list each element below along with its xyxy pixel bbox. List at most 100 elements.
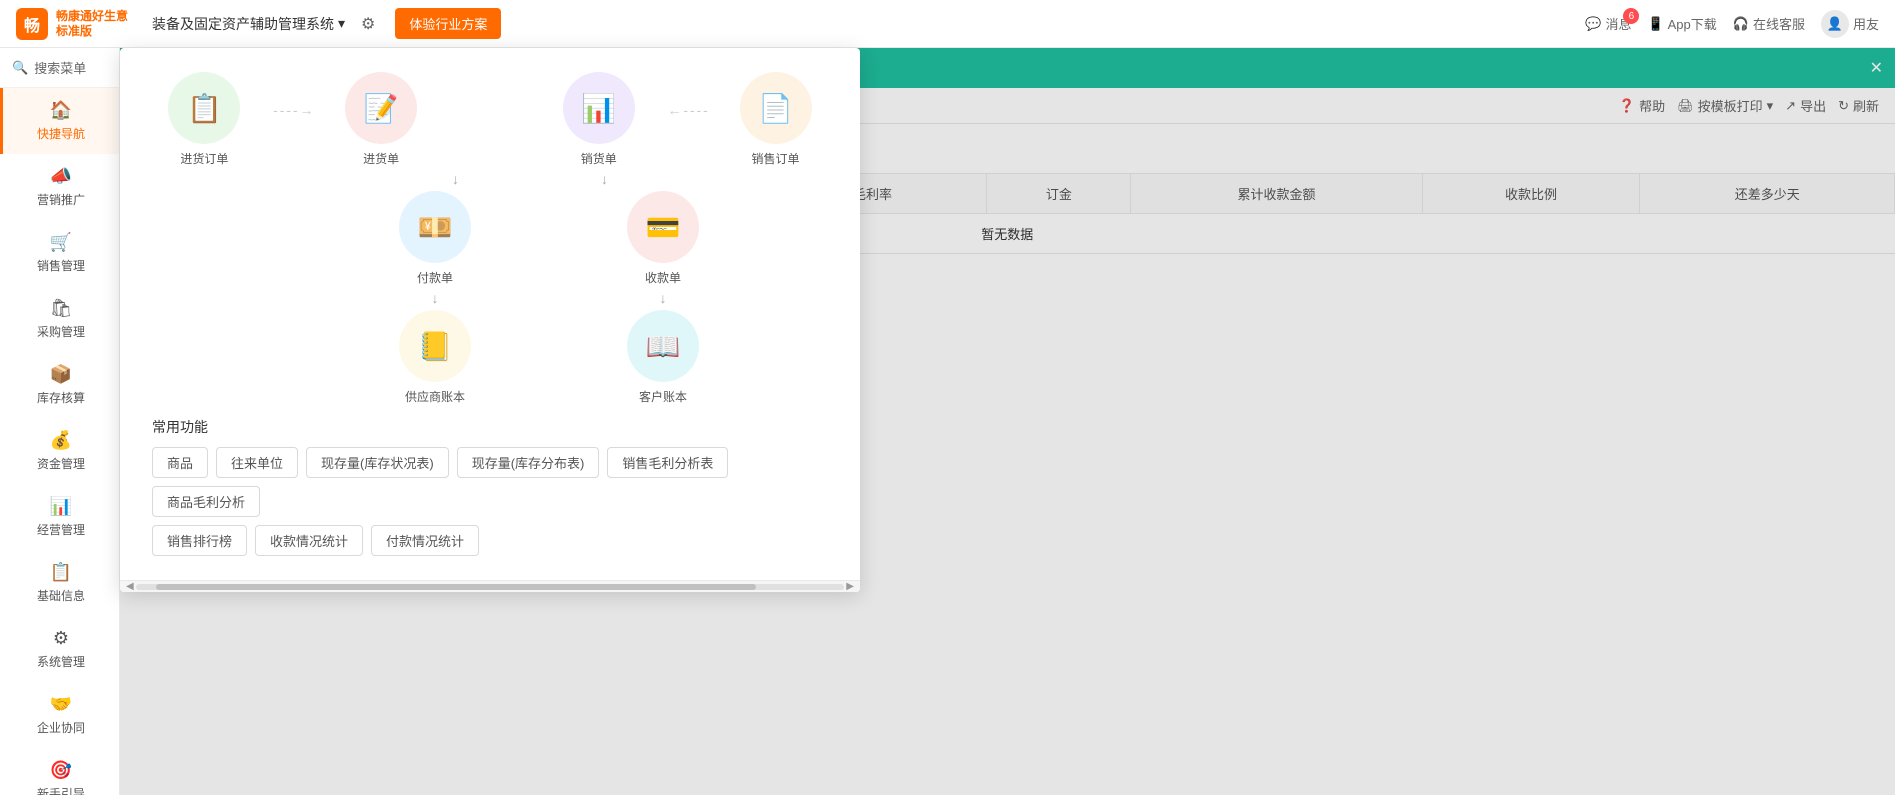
- modal-box: 📋 进货订单 - - - - → 📝 进货单 📊: [120, 48, 860, 592]
- operation-icon: 📊: [50, 496, 72, 517]
- flow-node-payment: 💴 付款单: [399, 191, 471, 286]
- sidebar-item-finance[interactable]: 💰 资金管理: [0, 418, 119, 484]
- scroll-left-icon[interactable]: ◀: [124, 581, 136, 592]
- v-arrow-sales: [718, 171, 790, 187]
- supplier-label: 供应商账本: [405, 388, 465, 405]
- flow-node-receipt: 💳 收款单: [627, 191, 699, 286]
- top-header: 畅 畅康通好生意 标准版 装备及固定资产辅助管理系统 ▾ ⚙ 体验行业方案 💬 …: [0, 0, 1895, 48]
- sidebar: 🔍 搜索菜单 🏠 快捷导航 📣 营销推广 🛒 销售管理 🛍 采购管理 📦 库存核…: [0, 48, 120, 795]
- func-btn-stock-status[interactable]: 现存量(库存状况表): [306, 447, 449, 478]
- v-arrow-receipt: ↓: [569, 171, 641, 187]
- common-functions: 常用功能 商品 往来单位 现存量(库存状况表) 现存量(库存分布表) 销售毛利分…: [152, 417, 828, 556]
- func-btn-stock-dist[interactable]: 现存量(库存分布表): [457, 447, 600, 478]
- common-func-title: 常用功能: [152, 417, 828, 437]
- sidebar-item-operation[interactable]: 📊 经营管理: [0, 484, 119, 550]
- sales-bill-icon: 📊: [563, 72, 635, 144]
- inventory-icon: 📦: [50, 364, 72, 385]
- search-menu[interactable]: 🔍 搜索菜单: [0, 48, 119, 88]
- sidebar-item-marketing[interactable]: 📣 营销推广: [0, 154, 119, 220]
- sidebar-item-quick-nav[interactable]: 🏠 快捷导航: [0, 88, 119, 154]
- sidebar-item-enterprise[interactable]: 🤝 企业协同: [0, 682, 119, 748]
- flow-row-2: 💴 付款单 💳 收款单: [152, 191, 828, 286]
- search-icon: 🔍: [12, 60, 28, 76]
- trial-button[interactable]: 体验行业方案: [395, 8, 501, 39]
- func-btn-product[interactable]: 商品: [152, 447, 208, 478]
- flow-node-customer: 📖 客户账本: [627, 310, 699, 405]
- online-service-action[interactable]: 🎧 在线客服: [1733, 14, 1805, 33]
- purchase-order-icon: 📋: [168, 72, 240, 144]
- arrow-h-1: - - - - →: [273, 102, 312, 118]
- flow-row-3: 📒 供应商账本 📖 客户账本: [152, 310, 828, 405]
- purchase-bill-icon: 📝: [345, 72, 417, 144]
- func-btns-row2: 销售排行榜 收款情况统计 付款情况统计: [152, 525, 828, 556]
- purchase-order-label: 进货订单: [180, 150, 228, 167]
- flow-node-purchase-bill: 📝 进货单: [345, 72, 417, 167]
- modal-overlay: 📋 进货订单 - - - - → 📝 进货单 📊: [120, 48, 1895, 795]
- logo-text: 畅康通好生意 标准版: [56, 9, 128, 38]
- logo-icon: 畅: [16, 8, 48, 40]
- func-btn-sales-profit[interactable]: 销售毛利分析表: [607, 447, 728, 478]
- modal-scrollbar: ◀ ▶: [120, 580, 860, 592]
- flow-node-purchase-order: 📋 进货订单: [168, 72, 240, 167]
- func-btn-product-profit[interactable]: 商品毛利分析: [152, 486, 260, 517]
- finance-icon: 💰: [50, 430, 72, 451]
- flow-node-supplier: 📒 供应商账本: [399, 310, 471, 405]
- func-btn-payment-stat[interactable]: 付款情况统计: [371, 525, 479, 556]
- system-title-area: 装备及固定资产辅助管理系统 ▾ ⚙ 体验行业方案: [152, 8, 1585, 39]
- v-arrow-purchase: [271, 171, 343, 187]
- func-btn-partner[interactable]: 往来单位: [216, 447, 298, 478]
- enterprise-icon: 🤝: [50, 694, 72, 715]
- scrollbar-track: [136, 584, 845, 590]
- logo-area: 畅 畅康通好生意 标准版: [16, 8, 136, 40]
- sidebar-item-basic[interactable]: 📋 基础信息: [0, 550, 119, 616]
- headset-icon: 🎧: [1733, 16, 1749, 32]
- v2-receipt-arrow: ↓: [627, 290, 699, 306]
- sidebar-item-sales[interactable]: 🛒 销售管理: [0, 220, 119, 286]
- v-arrow-payment: ↓: [420, 171, 492, 187]
- func-btn-receipt-stat[interactable]: 收款情况统计: [255, 525, 363, 556]
- payment-icon: 💴: [399, 191, 471, 263]
- message-action[interactable]: 💬 消息 6: [1585, 14, 1631, 33]
- sidebar-item-system[interactable]: ⚙ 系统管理: [0, 616, 119, 682]
- customer-icon: 📖: [627, 310, 699, 382]
- payment-label: 付款单: [417, 269, 453, 286]
- phone-icon: 📱: [1647, 16, 1663, 32]
- system-icon: ⚙: [53, 628, 69, 649]
- newbie-icon: 🎯: [50, 760, 72, 781]
- flow-v-arrows-2: ↓ ↓: [152, 290, 828, 306]
- sidebar-nav: 🏠 快捷导航 📣 营销推广 🛒 销售管理 🛍 采购管理 📦 库存核算 💰 资金管…: [0, 88, 119, 795]
- header-right: 💬 消息 6 📱 App下载 🎧 在线客服 👤 用友: [1585, 10, 1879, 38]
- settings-icon[interactable]: ⚙: [361, 14, 375, 34]
- supplier-icon: 📒: [399, 310, 471, 382]
- flow-row-1: 📋 进货订单 - - - - → 📝 进货单 📊: [152, 72, 828, 167]
- v2-3: [509, 290, 589, 306]
- avatar: 👤: [1821, 10, 1849, 38]
- system-title-text: 装备及固定资产辅助管理系统: [152, 14, 334, 34]
- flow-node-sales-order: 📄 销售订单: [740, 72, 812, 167]
- home-icon: 🏠: [50, 100, 72, 121]
- v2-1: [171, 290, 243, 306]
- sidebar-item-newbie[interactable]: 🎯 新手引导: [0, 748, 119, 795]
- app-download-action[interactable]: 📱 App下载: [1647, 14, 1716, 33]
- receipt-icon: 💳: [627, 191, 699, 263]
- system-title-dropdown[interactable]: 装备及固定资产辅助管理系统 ▾: [152, 14, 345, 34]
- flow-v-arrows-1: ↓ ↓: [152, 171, 828, 187]
- message-badge: 6: [1623, 8, 1639, 24]
- v2-payment-arrow: ↓: [399, 290, 471, 306]
- sales-order-label: 销售订单: [752, 150, 800, 167]
- modal-inner: 📋 进货订单 - - - - → 📝 进货单 📊: [120, 48, 860, 580]
- func-btn-sales-rank[interactable]: 销售排行榜: [152, 525, 247, 556]
- v2-2: [281, 290, 361, 306]
- message-icon: 💬: [1585, 16, 1601, 32]
- chevron-down-icon: ▾: [338, 15, 345, 32]
- scroll-right-icon[interactable]: ▶: [844, 581, 856, 592]
- sidebar-item-purchase[interactable]: 🛍 采购管理: [0, 286, 119, 352]
- flow-node-sales-bill: 📊 销货单: [563, 72, 635, 167]
- sales-order-icon: 📄: [740, 72, 812, 144]
- scrollbar-thumb: [156, 584, 756, 590]
- sidebar-item-inventory[interactable]: 📦 库存核算: [0, 352, 119, 418]
- customer-label: 客户账本: [639, 388, 687, 405]
- user-action[interactable]: 👤 用友: [1821, 10, 1879, 38]
- receipt-label: 收款单: [645, 269, 681, 286]
- sales-icon: 🛒: [50, 232, 72, 253]
